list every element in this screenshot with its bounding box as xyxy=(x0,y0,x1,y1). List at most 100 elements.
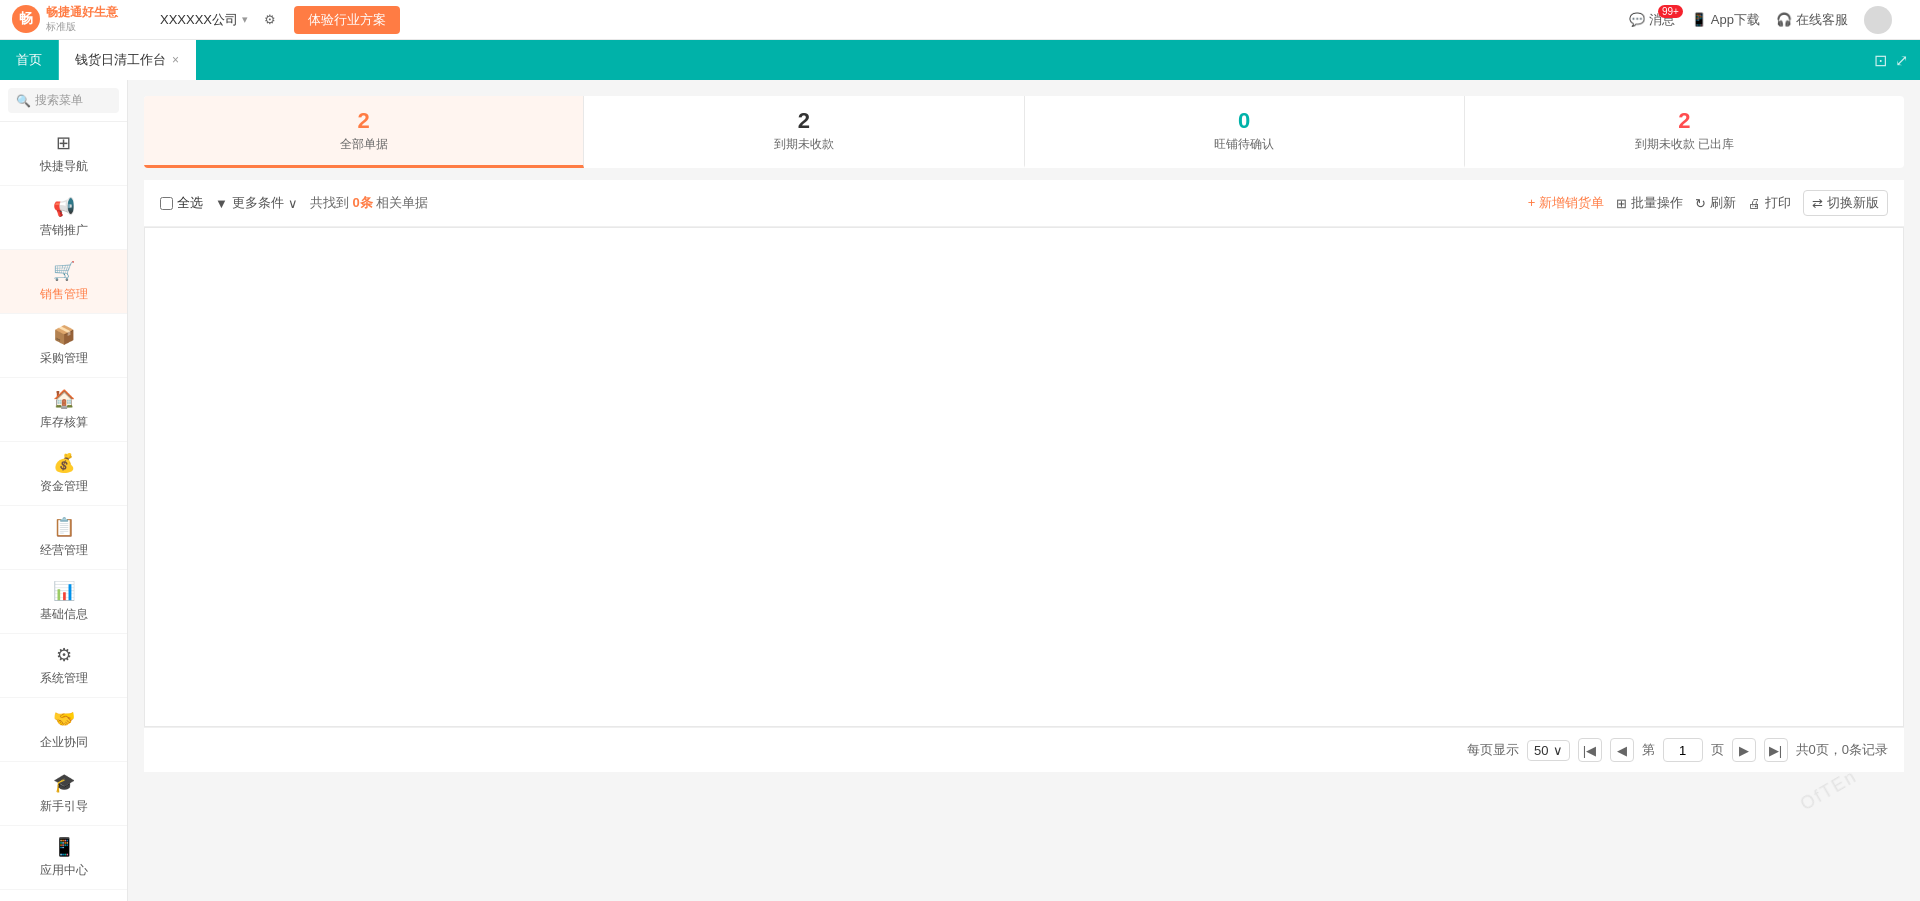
select-all-checkbox[interactable]: 全选 xyxy=(160,194,203,212)
trial-button[interactable]: 体验行业方案 xyxy=(294,6,400,34)
tab-workbench-label: 钱货日清工作台 xyxy=(75,51,166,69)
logo-area: 畅 畅捷通好生意 标准版 xyxy=(12,5,140,33)
guide-icon: 🎓 xyxy=(53,772,75,794)
sidebar-item-sales[interactable]: 🛒 销售管理 xyxy=(0,250,127,314)
stats-count-wangpu: 0 xyxy=(1045,108,1444,134)
stats-tab-wangpu[interactable]: 0 旺铺待确认 xyxy=(1025,96,1465,168)
sidebar-item-inventory[interactable]: 🏠 库存核算 xyxy=(0,378,127,442)
tab-workbench[interactable]: 钱货日清工作台 × xyxy=(59,40,196,80)
sidebar-item-marketing[interactable]: 📢 营销推广 xyxy=(0,186,127,250)
tab-home[interactable]: 首页 xyxy=(0,40,59,80)
stats-tab-overdue[interactable]: 2 到期未收款 xyxy=(584,96,1024,168)
sidebar-item-label: 企业协同 xyxy=(40,734,88,751)
sidebar-item-guide[interactable]: 🎓 新手引导 xyxy=(0,762,127,826)
tab-close-icon[interactable]: × xyxy=(172,53,179,67)
stats-count-overdue: 2 xyxy=(604,108,1003,134)
switch-label: 切换新版 xyxy=(1827,194,1879,212)
stats-count-all: 2 xyxy=(164,108,563,134)
search-label: 搜索菜单 xyxy=(35,92,83,109)
main-content: 2 全部单据 2 到期未收款 0 旺铺待确认 2 到期未收款 已出库 全选 ▼ … xyxy=(128,80,1920,901)
settings-button[interactable]: ⚙ xyxy=(256,6,284,34)
sidebar-item-finance[interactable]: 💰 资金管理 xyxy=(0,442,127,506)
base-info-icon: 📊 xyxy=(53,580,75,602)
result-text: 共找到 0条 相关单据 xyxy=(310,194,428,212)
page-suffix: 页 xyxy=(1711,741,1724,759)
gear-icon: ⚙ xyxy=(264,12,276,27)
sales-icon: 🛒 xyxy=(53,260,75,282)
page-prev-button[interactable]: ◀ xyxy=(1610,738,1634,762)
page-last-button[interactable]: ▶| xyxy=(1764,738,1788,762)
operations-icon: 📋 xyxy=(53,516,75,538)
stats-tab-all[interactable]: 2 全部单据 xyxy=(144,96,584,168)
page-size-chevron: ∨ xyxy=(1553,743,1563,758)
sidebar-item-base-info[interactable]: 📊 基础信息 xyxy=(0,570,127,634)
download-icon: 📱 xyxy=(1691,12,1707,27)
stats-label-overdue: 到期未收款 xyxy=(604,136,1003,153)
page-next-button[interactable]: ▶ xyxy=(1732,738,1756,762)
select-all-label: 全选 xyxy=(177,194,203,212)
sidebar-item-label: 快捷导航 xyxy=(40,158,88,175)
pagination: 每页显示 50 ∨ |◀ ◀ 第 页 ▶ ▶| 共0页，0条记录 xyxy=(144,727,1904,772)
page-number-input[interactable] xyxy=(1663,738,1703,762)
sidebar-item-label: 基础信息 xyxy=(40,606,88,623)
service-icon: 🎧 xyxy=(1776,12,1792,27)
online-service-button[interactable]: 🎧 在线客服 xyxy=(1776,11,1848,29)
refresh-label: 刷新 xyxy=(1710,194,1736,212)
stats-label-shipped: 到期未收款 已出库 xyxy=(1485,136,1884,153)
stats-label-all: 全部单据 xyxy=(164,136,563,153)
logo-text: 畅捷通好生意 xyxy=(46,5,118,19)
sidebar-item-purchase[interactable]: 📦 采购管理 xyxy=(0,314,127,378)
sidebar-item-label: 库存核算 xyxy=(40,414,88,431)
filter-chevron-icon: ∨ xyxy=(288,196,298,211)
sidebar-item-label: 应用中心 xyxy=(40,862,88,879)
switch-icon: ⇄ xyxy=(1812,196,1823,211)
message-badge: 99+ xyxy=(1658,5,1683,18)
sidebar-item-label: 系统管理 xyxy=(40,670,88,687)
tab-minimize-icon[interactable]: ⊡ xyxy=(1874,51,1887,70)
sidebar-item-operations[interactable]: 📋 经营管理 xyxy=(0,506,127,570)
stats-label-wangpu: 旺铺待确认 xyxy=(1045,136,1444,153)
batch-icon: ⊞ xyxy=(1616,196,1627,211)
sidebar-item-quicknav[interactable]: ⊞ 快捷导航 xyxy=(0,122,127,186)
print-label: 打印 xyxy=(1765,194,1791,212)
sidebar-item-label: 经营管理 xyxy=(40,542,88,559)
toolbar: 全选 ▼ 更多条件 ∨ 共找到 0条 相关单据 + 新增销货单 ⊞ 批量操作 ↻… xyxy=(144,180,1904,227)
refresh-button[interactable]: ↻ 刷新 xyxy=(1695,194,1736,212)
avatar[interactable] xyxy=(1864,6,1892,34)
system-icon: ⚙ xyxy=(56,644,72,666)
page-first-button[interactable]: |◀ xyxy=(1578,738,1602,762)
quicknav-icon: ⊞ xyxy=(56,132,71,154)
inventory-icon: 🏠 xyxy=(53,388,75,410)
sidebar-search-inner[interactable]: 🔍 搜索菜单 xyxy=(8,88,119,113)
stats-count-shipped: 2 xyxy=(1485,108,1884,134)
message-button[interactable]: 💬 消息 99+ xyxy=(1629,11,1675,29)
stats-tabs: 2 全部单据 2 到期未收款 0 旺铺待确认 2 到期未收款 已出库 xyxy=(144,96,1904,168)
switch-version-button[interactable]: ⇄ 切换新版 xyxy=(1803,190,1888,216)
stats-tab-shipped[interactable]: 2 到期未收款 已出库 xyxy=(1465,96,1904,168)
print-button[interactable]: 🖨 打印 xyxy=(1748,194,1791,212)
page-label: 第 xyxy=(1642,741,1655,759)
result-count: 0条 xyxy=(353,195,373,210)
page-size-select[interactable]: 50 ∨ xyxy=(1527,740,1569,761)
sidebar-item-label: 资金管理 xyxy=(40,478,88,495)
sidebar-item-label: 营销推广 xyxy=(40,222,88,239)
filter-icon: ▼ xyxy=(215,196,228,211)
finance-icon: 💰 xyxy=(53,452,75,474)
filter-label: 更多条件 xyxy=(232,194,284,212)
add-sales-button[interactable]: + 新增销货单 xyxy=(1528,194,1604,212)
sidebar-item-enterprise[interactable]: 🤝 企业协同 xyxy=(0,698,127,762)
filter-button[interactable]: ▼ 更多条件 ∨ xyxy=(215,194,298,212)
total-info: 共0页，0条记录 xyxy=(1796,741,1888,759)
sidebar-item-wechat[interactable]: 💬 企业微信 xyxy=(0,890,127,901)
company-selector[interactable]: XXXXXX公司 ▾ xyxy=(160,11,248,29)
sidebar-item-apps[interactable]: 📱 应用中心 xyxy=(0,826,127,890)
select-all-input[interactable] xyxy=(160,197,173,210)
tab-expand-icon[interactable]: ⤢ xyxy=(1895,51,1908,70)
sidebar-search[interactable]: 🔍 搜索菜单 xyxy=(0,80,127,122)
top-header: 畅 畅捷通好生意 标准版 XXXXXX公司 ▾ ⚙ 体验行业方案 💬 消息 99… xyxy=(0,0,1920,40)
app-download-button[interactable]: 📱 App下载 xyxy=(1691,11,1760,29)
sidebar-item-system[interactable]: ⚙ 系统管理 xyxy=(0,634,127,698)
tab-home-label: 首页 xyxy=(16,51,42,69)
company-name: XXXXXX公司 xyxy=(160,11,238,29)
batch-button[interactable]: ⊞ 批量操作 xyxy=(1616,194,1683,212)
